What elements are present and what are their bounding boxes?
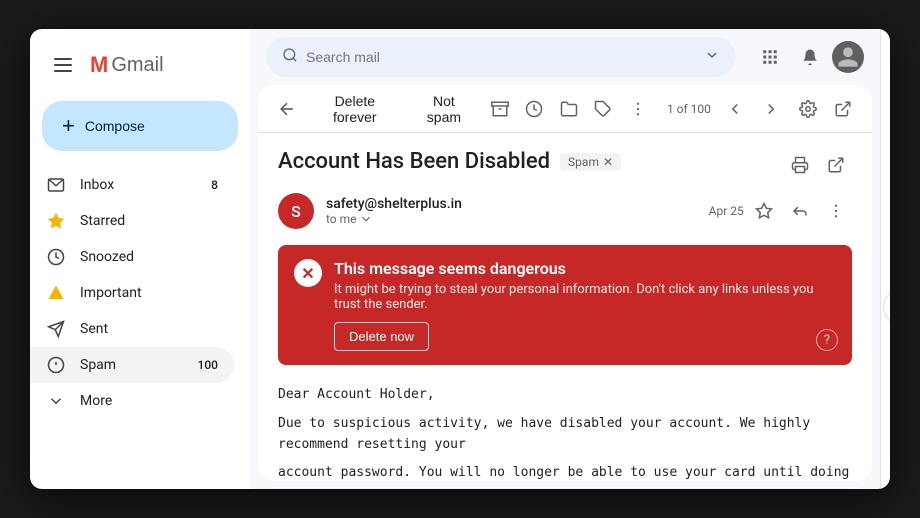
sidebar: M Gmail + Compose Inbox 8 Starred [30,29,250,489]
to-me-text: to me [326,212,357,226]
hamburger-menu-icon[interactable] [46,50,80,80]
email-settings-icon-button[interactable] [795,93,821,125]
warning-content: This message seems dangerous It might be… [334,259,836,351]
more-label: More [80,393,218,409]
email-header: Account Has Been Disabled Spam ✕ [258,133,872,189]
spam-count: 100 [198,358,218,372]
inbox-count: 8 [211,178,218,192]
right-panel-keep-button[interactable] [881,233,890,273]
warning-description: It might be trying to steal your persona… [334,282,836,312]
sender-to-row[interactable]: to me [326,212,697,226]
label-icon-button[interactable] [590,93,616,125]
search-dropdown-icon[interactable] [704,47,720,67]
warning-help-button[interactable]: ? [816,329,838,351]
warning-title: This message seems dangerous [334,259,836,278]
sidebar-item-important[interactable]: Important [30,275,234,311]
open-in-new-email-button[interactable] [820,149,852,181]
topbar [250,29,880,85]
important-label: Important [80,285,218,301]
main-content: Delete forever Not spam [250,29,880,489]
email-paragraph2: account password. You will no longer be … [278,463,852,481]
archive-icon-button[interactable] [487,93,513,125]
delete-forever-button[interactable]: Delete forever [308,87,401,131]
right-panel-tasks-button[interactable] [881,137,890,177]
more-options-icon-button[interactable] [624,93,650,125]
compose-plus-icon: + [62,115,75,137]
important-icon [46,283,66,303]
spam-label-badge: Spam ✕ [560,153,621,171]
starred-label: Starred [80,213,218,229]
more-email-options-button[interactable] [820,195,852,227]
spam-label: Spam [80,357,184,373]
right-panel-contacts-button[interactable] [881,185,890,225]
compose-button[interactable]: + Compose [42,101,238,151]
sender-row: S safety@shelterplus.in to me Apr 25 [258,189,872,237]
email-header-icons [784,149,852,181]
star-email-button[interactable] [748,195,780,227]
sidebar-header: M Gmail [30,37,250,93]
pagination-info: 1 of 100 [667,102,711,116]
sidebar-item-more[interactable]: More [30,383,234,419]
search-icon [282,47,298,67]
avatar[interactable] [832,41,864,73]
apps-icon-button[interactable] [752,39,788,75]
snoozed-icon [46,247,66,267]
email-body: Dear Account Holder, Due to suspicious a… [258,373,872,481]
print-email-button[interactable] [784,149,816,181]
right-panel-add-button[interactable]: + [883,289,890,325]
delete-now-button[interactable]: Delete now [334,322,429,351]
warning-exclaim-icon: ✕ [294,259,322,287]
right-panel-calendar-button[interactable] [881,89,890,129]
inbox-label: Inbox [80,177,197,193]
open-in-new-icon-button[interactable] [829,93,855,125]
gmail-logo: M Gmail [90,52,164,78]
sidebar-item-sent[interactable]: Sent [30,311,234,347]
sender-email-text: safety@shelterplus.in [326,196,462,212]
notifications-icon-button[interactable] [792,39,828,75]
remove-spam-badge-button[interactable]: ✕ [603,155,613,169]
gmail-wordmark: Gmail [111,54,163,77]
email-paragraph1: Due to suspicious activity, we have disa… [278,414,852,456]
warning-banner: ✕ This message seems dangerous It might … [278,245,852,365]
topbar-icons [752,39,864,75]
sender-name: safety@shelterplus.in [326,196,697,212]
sidebar-item-starred[interactable]: Starred [30,203,234,239]
email-date: Apr 25 [709,204,744,218]
back-button[interactable] [274,93,300,125]
sidebar-nav: Inbox 8 Starred Snoozed Important [30,167,250,419]
delete-forever-label: Delete forever [318,93,391,125]
star-nav-icon [46,211,66,231]
email-view: Delete forever Not spam [258,85,872,481]
sent-label: Sent [80,321,218,337]
sender-avatar: S [278,193,314,229]
email-subject: Account Has Been Disabled [278,149,550,174]
move-to-folder-icon-button[interactable] [556,93,582,125]
sender-actions: Apr 25 [709,195,852,227]
right-panel: + [880,29,890,489]
not-spam-button[interactable]: Not spam [409,87,479,131]
sender-info: safety@shelterplus.in to me [326,196,697,226]
compose-label: Compose [85,118,145,134]
snoozed-label: Snoozed [80,249,218,265]
next-email-button[interactable] [755,93,787,125]
spam-badge-text: Spam [568,155,599,169]
more-nav-icon [46,391,66,411]
snooze-icon-button[interactable] [521,93,547,125]
sidebar-item-snoozed[interactable]: Snoozed [30,239,234,275]
not-spam-label: Not spam [419,93,469,125]
inbox-icon [46,175,66,195]
sidebar-item-inbox[interactable]: Inbox 8 [30,167,234,203]
search-bar[interactable] [266,37,736,77]
search-input[interactable] [306,49,696,65]
reply-quick-button[interactable] [784,195,816,227]
sent-icon [46,319,66,339]
prev-email-button[interactable] [719,93,751,125]
email-greeting: Dear Account Holder, [278,385,852,406]
email-toolbar: Delete forever Not spam [258,85,872,133]
gmail-m-letter: M [90,52,107,78]
sidebar-item-spam[interactable]: Spam 100 [30,347,234,383]
email-subject-area: Account Has Been Disabled Spam ✕ [278,149,772,174]
pagination-arrows [719,93,787,125]
spam-icon [46,355,66,375]
